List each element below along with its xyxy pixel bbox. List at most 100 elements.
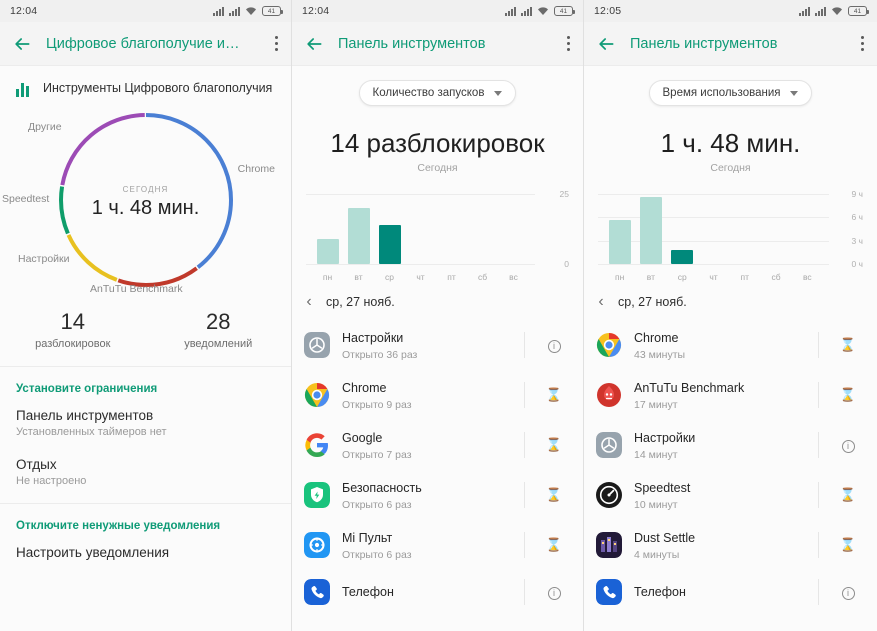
bar-cell[interactable]	[405, 194, 436, 264]
list-item[interactable]: Google Открыто 7 раз ⌛	[292, 420, 583, 470]
list-item[interactable]: Безопасность Открыто 6 раз ⌛	[292, 470, 583, 520]
setting-dashboard-title: Панель инструментов	[16, 408, 154, 423]
y-axis-tick-label: 0	[564, 259, 569, 269]
row-action[interactable]: i	[831, 583, 865, 601]
donut-period-label: СЕГОДНЯ	[122, 185, 169, 194]
back-arrow-icon[interactable]	[12, 34, 32, 54]
row-action[interactable]: ⌛	[831, 486, 865, 504]
hourglass-icon[interactable]: ⌛	[546, 537, 562, 552]
info-icon[interactable]: i	[547, 340, 561, 353]
row-action[interactable]: ⌛	[831, 386, 865, 404]
bar-cell[interactable]	[760, 194, 791, 264]
headline-period: Сегодня	[417, 162, 458, 174]
chevron-down-icon	[494, 90, 503, 96]
list-item[interactable]: Настройки Открыто 36 раз i	[292, 320, 583, 370]
settings-icon	[304, 332, 330, 358]
app-usage-value: 14 минут	[634, 449, 678, 461]
overflow-menu-icon[interactable]	[275, 35, 279, 52]
row-action[interactable]: ⌛	[831, 336, 865, 354]
row-action[interactable]: ⌛	[537, 536, 571, 554]
setting-manage-notifications[interactable]: Настроить уведомления	[0, 538, 291, 572]
weekly-bar-chart[interactable]: 0 ч 3 ч 6 ч 9 ч пн вт ср чт пт сб вс	[598, 189, 863, 282]
usage-donut-chart[interactable]: СЕГОДНЯ 1 ч. 48 мин. Другие Chrome Speed…	[0, 107, 291, 297]
setting-dashboard[interactable]: Панель инструментов Установленных таймер…	[0, 401, 291, 450]
back-arrow-icon[interactable]	[596, 34, 616, 54]
bar-cell[interactable]	[374, 194, 405, 264]
page-title: Панель инструментов	[338, 35, 486, 52]
bar-cell[interactable]	[436, 194, 467, 264]
hourglass-icon[interactable]: ⌛	[546, 487, 562, 502]
list-item[interactable]: Dust Settle 4 минуты ⌛	[584, 520, 877, 570]
app-name: Speedtest	[634, 481, 691, 495]
bar-cell[interactable]	[667, 194, 698, 264]
bar-cell[interactable]	[312, 194, 343, 264]
row-action[interactable]: ⌛	[831, 536, 865, 554]
info-icon[interactable]: i	[547, 587, 561, 600]
bar-cell[interactable]	[698, 194, 729, 264]
status-bar-clock: 12:04	[10, 5, 38, 17]
status-bar-icons: 41	[505, 6, 575, 16]
list-item[interactable]: AnTuTu Benchmark 17 минут ⌛	[584, 370, 877, 420]
app-usage-value: 43 минуты	[634, 349, 686, 361]
hourglass-icon[interactable]: ⌛	[840, 387, 856, 402]
overflow-menu-icon[interactable]	[861, 35, 865, 52]
current-date-label: ср, 27 нояб.	[326, 295, 395, 309]
page-title: Цифровое благополучие и…	[46, 35, 240, 52]
info-icon[interactable]: i	[841, 587, 855, 600]
headline-period: Сегодня	[710, 162, 751, 174]
bar-cell[interactable]	[635, 194, 666, 264]
hourglass-icon[interactable]: ⌛	[546, 387, 562, 402]
bar-cell[interactable]	[343, 194, 374, 264]
hourglass-icon[interactable]: ⌛	[840, 337, 856, 352]
hourglass-icon[interactable]: ⌛	[546, 437, 562, 452]
prev-day-arrow-icon[interactable]: ‹	[292, 294, 326, 310]
app-name: Dust Settle	[634, 531, 696, 545]
app-meta: Chrome 43 минуты	[634, 329, 806, 361]
y-axis-tick-label: 25	[559, 189, 569, 199]
tools-header: Инструменты Цифрового благополучия	[0, 66, 291, 103]
app-name: Телефон	[634, 585, 686, 599]
weekly-bar-chart[interactable]: 0 25 пн вт ср чт пт сб вс	[306, 189, 569, 282]
page-title: Панель инструментов	[630, 35, 778, 52]
overflow-menu-icon[interactable]	[567, 35, 571, 52]
row-action[interactable]: i	[537, 336, 571, 354]
panel-dashboard-launches: 12:04 41 Панель инструментов Количество …	[292, 0, 584, 631]
list-item[interactable]: Настройки 14 минут i	[584, 420, 877, 470]
row-action[interactable]: ⌛	[537, 386, 571, 404]
metric-dropdown[interactable]: Количество запусков	[358, 80, 517, 106]
bar-cell[interactable]	[467, 194, 498, 264]
list-item[interactable]: Chrome 43 минуты ⌛	[584, 320, 877, 370]
setting-winddown-title: Отдых	[16, 457, 57, 472]
list-item[interactable]: Speedtest 10 минут ⌛	[584, 470, 877, 520]
info-icon[interactable]: i	[841, 440, 855, 453]
setting-winddown[interactable]: Отдых Не настроено	[0, 450, 291, 499]
app-meta: Speedtest 10 минут	[634, 479, 806, 511]
bar-cell[interactable]	[498, 194, 529, 264]
prev-day-arrow-icon[interactable]: ‹	[584, 294, 618, 310]
list-item[interactable]: Chrome Открыто 9 раз ⌛	[292, 370, 583, 420]
stat-unlocks[interactable]: 14 разблокировок	[0, 309, 146, 350]
row-action[interactable]: ⌛	[537, 436, 571, 454]
bar	[639, 197, 662, 264]
back-arrow-icon[interactable]	[304, 34, 324, 54]
stat-unlocks-label: разблокировок	[35, 338, 111, 350]
list-item[interactable]: Телефон i	[292, 570, 583, 614]
list-item[interactable]: Mi Пульт Открыто 6 раз ⌛	[292, 520, 583, 570]
row-action[interactable]: i	[831, 436, 865, 454]
row-action[interactable]: ⌛	[537, 486, 571, 504]
hourglass-icon[interactable]: ⌛	[840, 537, 856, 552]
list-item[interactable]: Телефон i	[584, 570, 877, 614]
antutu-icon	[596, 382, 622, 408]
stat-notifications[interactable]: 28 уведомлений	[146, 309, 292, 350]
row-divider	[524, 579, 525, 605]
bar-cell[interactable]	[792, 194, 823, 264]
bar-cell[interactable]	[604, 194, 635, 264]
row-divider	[818, 432, 819, 458]
app-meta: Chrome Открыто 9 раз	[342, 379, 512, 411]
summary-stats: 14 разблокировок 28 уведомлений	[0, 297, 291, 367]
bar-cell[interactable]	[729, 194, 760, 264]
hourglass-icon[interactable]: ⌛	[840, 487, 856, 502]
security-icon	[304, 482, 330, 508]
metric-dropdown[interactable]: Время использования	[648, 80, 813, 106]
row-action[interactable]: i	[537, 583, 571, 601]
